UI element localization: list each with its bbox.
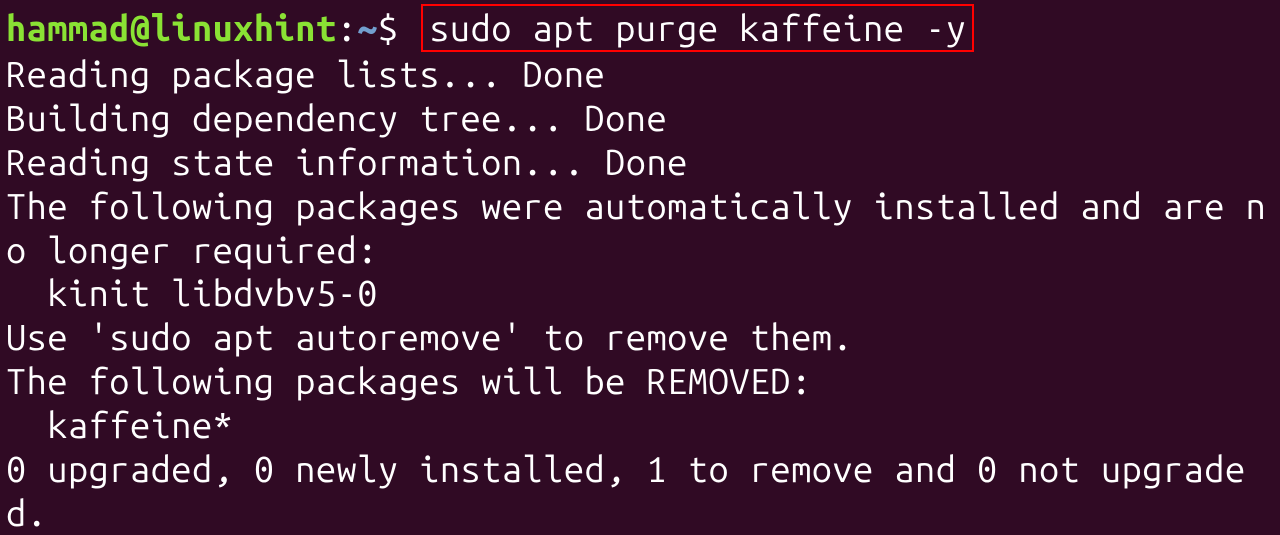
prompt-separator: :	[337, 7, 358, 48]
output-line-3: Reading state information... Done	[6, 140, 1274, 184]
prompt-path: ~	[357, 7, 378, 48]
output-line-7: The following packages will be REMOVED:	[6, 359, 1274, 403]
output-line-4: The following packages were automaticall…	[6, 184, 1274, 272]
command-text[interactable]: sudo apt purge kaffeine -y	[429, 7, 966, 48]
output-line-8: kaffeine*	[6, 403, 1274, 447]
output-line-1: Reading package lists... Done	[6, 52, 1274, 96]
output-line-6: Use 'sudo apt autoremove' to remove them…	[6, 315, 1274, 359]
prompt-user-host: hammad@linuxhint	[6, 7, 337, 48]
prompt-dollar: $	[378, 7, 399, 48]
command-highlight-box: sudo apt purge kaffeine -y	[421, 4, 974, 52]
output-line-2: Building dependency tree... Done	[6, 96, 1274, 140]
terminal-prompt-line: hammad@linuxhint:~$ sudo apt purge kaffe…	[6, 4, 1274, 52]
output-line-5: kinit libdvbv5-0	[6, 271, 1274, 315]
output-line-9: 0 upgraded, 0 newly installed, 1 to remo…	[6, 447, 1274, 535]
